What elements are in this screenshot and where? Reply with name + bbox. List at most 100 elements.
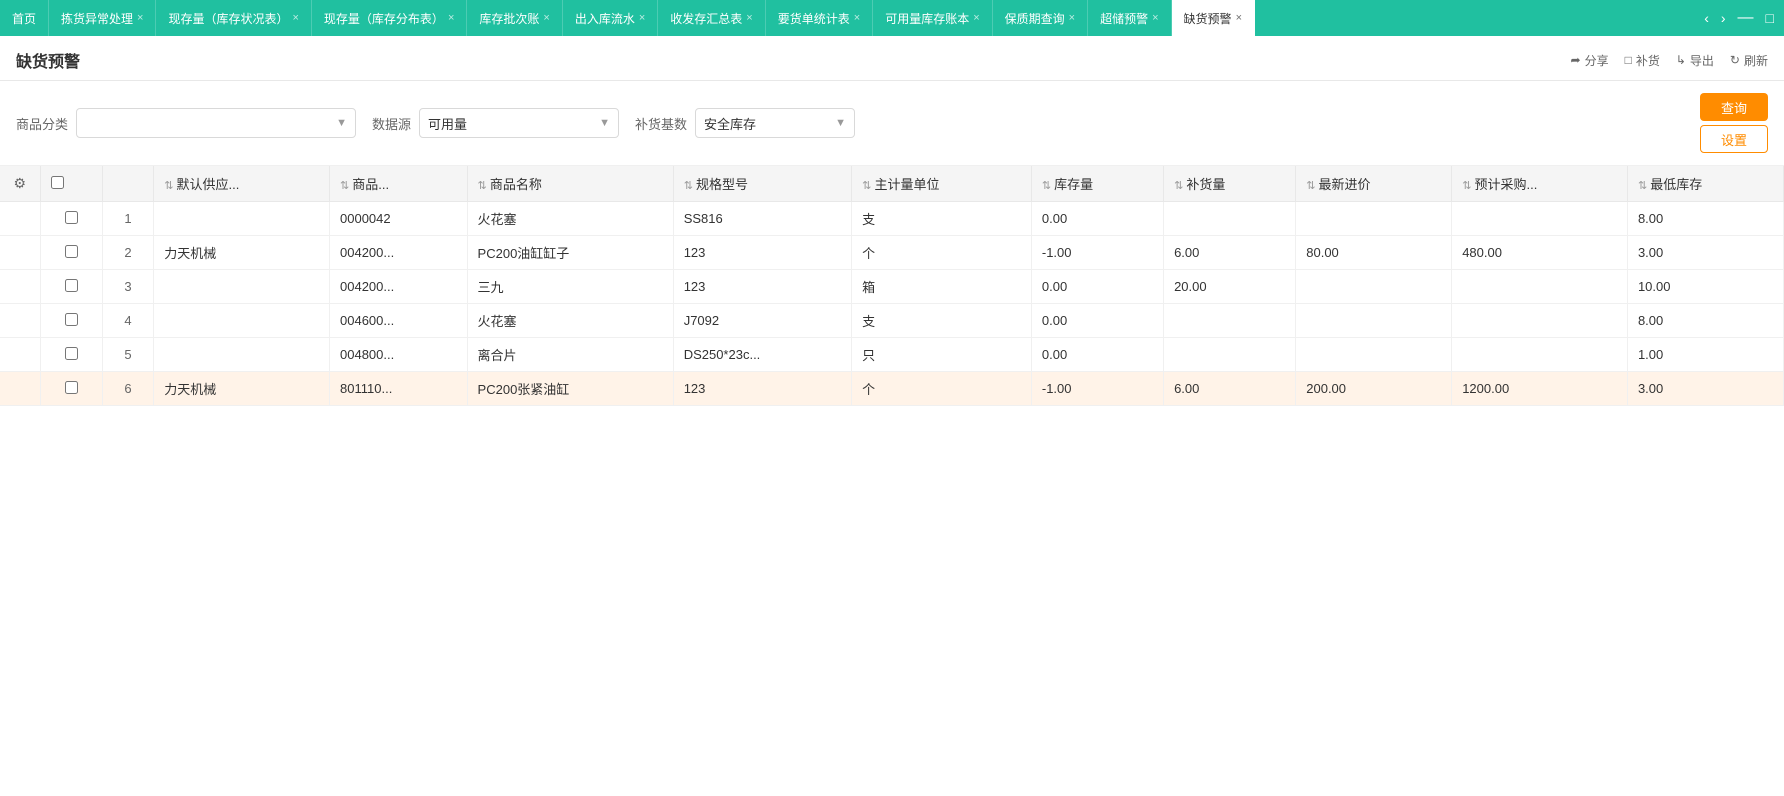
row-code-1: 004200... bbox=[330, 236, 468, 270]
row-code-3: 004600... bbox=[330, 304, 468, 338]
row-code-2: 004200... bbox=[330, 270, 468, 304]
close-icon-summary[interactable]: × bbox=[746, 12, 752, 24]
tab-picking-exception[interactable]: 拣货异常处理 × bbox=[49, 0, 156, 36]
row-num-5: 6 bbox=[102, 372, 154, 406]
close-icon-order[interactable]: × bbox=[854, 12, 860, 24]
col-stock-qty[interactable]: 库存量 bbox=[1031, 166, 1163, 202]
tab-inventory-status[interactable]: 现存量（库存状况表） × bbox=[156, 0, 311, 36]
tab-inventory-dist[interactable]: 现存量（库存分布表） × bbox=[312, 0, 467, 36]
row-name-3: 火花塞 bbox=[467, 304, 673, 338]
row-checkbox-cell bbox=[40, 270, 102, 304]
tab-overstock[interactable]: 超储预警 × bbox=[1088, 0, 1171, 36]
row-unit-3: 支 bbox=[852, 304, 1032, 338]
tab-stock-batch[interactable]: 库存批次账 × bbox=[467, 0, 562, 36]
row-supplier-0 bbox=[154, 202, 330, 236]
row-name-0: 火花塞 bbox=[467, 202, 673, 236]
table-row: 1 0000042 火花塞 SS816 支 0.00 8.00 bbox=[0, 202, 1784, 236]
row-checkbox-cell bbox=[40, 236, 102, 270]
col-product-code[interactable]: 商品... bbox=[330, 166, 468, 202]
tab-home[interactable]: 首页 bbox=[0, 0, 49, 36]
close-icon-inv-status[interactable]: × bbox=[292, 12, 298, 24]
row-num-0: 1 bbox=[102, 202, 154, 236]
row-unit-2: 箱 bbox=[852, 270, 1032, 304]
close-icon-overstock[interactable]: × bbox=[1152, 12, 1158, 24]
col-latest-price[interactable]: 最新进价 bbox=[1296, 166, 1452, 202]
row-checkbox-3[interactable] bbox=[65, 313, 78, 326]
restock-base-label: 补货基数 bbox=[635, 114, 687, 133]
close-icon-picking[interactable]: × bbox=[137, 12, 143, 24]
query-button[interactable]: 查询 bbox=[1700, 93, 1768, 121]
table-row: 3 004200... 三九 123 箱 0.00 20.00 10.00 bbox=[0, 270, 1784, 304]
col-product-name[interactable]: 商品名称 bbox=[467, 166, 673, 202]
row-num-1: 2 bbox=[102, 236, 154, 270]
row-supplier-1: 力天机械 bbox=[154, 236, 330, 270]
row-checkbox-0[interactable] bbox=[65, 211, 78, 224]
row-stock-1: -1.00 bbox=[1031, 236, 1163, 270]
tab-expiry[interactable]: 保质期查询 × bbox=[993, 0, 1088, 36]
close-icon-inout[interactable]: × bbox=[639, 12, 645, 24]
row-est-3 bbox=[1452, 304, 1628, 338]
col-min-stock[interactable]: 最低库存 bbox=[1627, 166, 1783, 202]
share-button[interactable]: ➦ 分享 bbox=[1571, 52, 1609, 69]
close-icon-shortage[interactable]: × bbox=[1236, 12, 1242, 24]
datasource-select[interactable]: 可用量 ▼ bbox=[419, 108, 619, 138]
col-restock-qty[interactable]: 补货量 bbox=[1164, 166, 1296, 202]
page-header: 缺货预警 ➦ 分享 □ 补货 ↳ 导出 ↻ 刷新 bbox=[0, 36, 1784, 81]
restock-base-select[interactable]: 安全库存 ▼ bbox=[695, 108, 855, 138]
tab-summary[interactable]: 收发存汇总表 × bbox=[658, 0, 765, 36]
row-supplier-5: 力天机械 bbox=[154, 372, 330, 406]
tab-scroll-left[interactable]: ‹ bbox=[1698, 8, 1715, 28]
tab-available-stock[interactable]: 可用量库存账本 × bbox=[873, 0, 992, 36]
close-icon-expiry[interactable]: × bbox=[1069, 12, 1075, 24]
row-checkbox-5[interactable] bbox=[65, 381, 78, 394]
close-icon-inv-dist[interactable]: × bbox=[448, 12, 454, 24]
tab-scroll-right[interactable]: › bbox=[1715, 8, 1732, 28]
tab-maximize[interactable]: □ bbox=[1760, 8, 1780, 28]
row-stock-0: 0.00 bbox=[1031, 202, 1163, 236]
tab-order-stats[interactable]: 要货单统计表 × bbox=[766, 0, 873, 36]
col-unit[interactable]: 主计量单位 bbox=[852, 166, 1032, 202]
col-est-purchase[interactable]: 预计采购... bbox=[1452, 166, 1628, 202]
category-filter-group: 商品分类 ▼ bbox=[16, 108, 356, 138]
row-code-5: 801110... bbox=[330, 372, 468, 406]
row-price-5: 200.00 bbox=[1296, 372, 1452, 406]
restock-label: 补货 bbox=[1636, 52, 1660, 69]
col-settings: ⚙ bbox=[0, 166, 40, 202]
row-price-2 bbox=[1296, 270, 1452, 304]
row-checkbox-2[interactable] bbox=[65, 279, 78, 292]
col-rownum bbox=[102, 166, 154, 202]
col-spec[interactable]: 规格型号 bbox=[673, 166, 851, 202]
table-row: 2 力天机械 004200... PC200油缸缸子 123 个 -1.00 6… bbox=[0, 236, 1784, 270]
close-icon-batch[interactable]: × bbox=[543, 12, 549, 24]
row-checkbox-1[interactable] bbox=[65, 245, 78, 258]
row-est-4 bbox=[1452, 338, 1628, 372]
row-spec-4: DS250*23c... bbox=[673, 338, 851, 372]
row-minstock-2: 10.00 bbox=[1627, 270, 1783, 304]
row-supplier-4 bbox=[154, 338, 330, 372]
export-label: 导出 bbox=[1690, 52, 1714, 69]
row-restock-3 bbox=[1164, 304, 1296, 338]
select-all-checkbox[interactable] bbox=[51, 176, 64, 189]
row-restock-5: 6.00 bbox=[1164, 372, 1296, 406]
row-checkbox-4[interactable] bbox=[65, 347, 78, 360]
restock-button[interactable]: □ 补货 bbox=[1625, 52, 1660, 69]
row-est-1: 480.00 bbox=[1452, 236, 1628, 270]
export-button[interactable]: ↳ 导出 bbox=[1676, 52, 1714, 69]
refresh-button[interactable]: ↻ 刷新 bbox=[1730, 52, 1768, 69]
settings-button[interactable]: 设置 bbox=[1700, 125, 1768, 153]
row-name-4: 离合片 bbox=[467, 338, 673, 372]
row-num-2: 3 bbox=[102, 270, 154, 304]
row-gear-cell bbox=[0, 372, 40, 406]
close-icon-avail[interactable]: × bbox=[973, 12, 979, 24]
tab-inout-flow[interactable]: 出入库流水 × bbox=[563, 0, 658, 36]
settings-gear-icon[interactable]: ⚙ bbox=[13, 175, 26, 191]
row-checkbox-cell bbox=[40, 202, 102, 236]
col-default-supplier[interactable]: 默认供应... bbox=[154, 166, 330, 202]
category-select[interactable]: ▼ bbox=[76, 108, 356, 138]
restock-base-value: 安全库存 bbox=[704, 114, 756, 133]
tab-minimize[interactable]: ― bbox=[1732, 7, 1760, 29]
filter-area: 商品分类 ▼ 数据源 可用量 ▼ 补货基数 安全库存 ▼ 查询 设置 bbox=[0, 81, 1784, 166]
table-row: 4 004600... 火花塞 J7092 支 0.00 8.00 bbox=[0, 304, 1784, 338]
tab-shortage[interactable]: 缺货预警 × bbox=[1172, 0, 1255, 36]
row-num-4: 5 bbox=[102, 338, 154, 372]
